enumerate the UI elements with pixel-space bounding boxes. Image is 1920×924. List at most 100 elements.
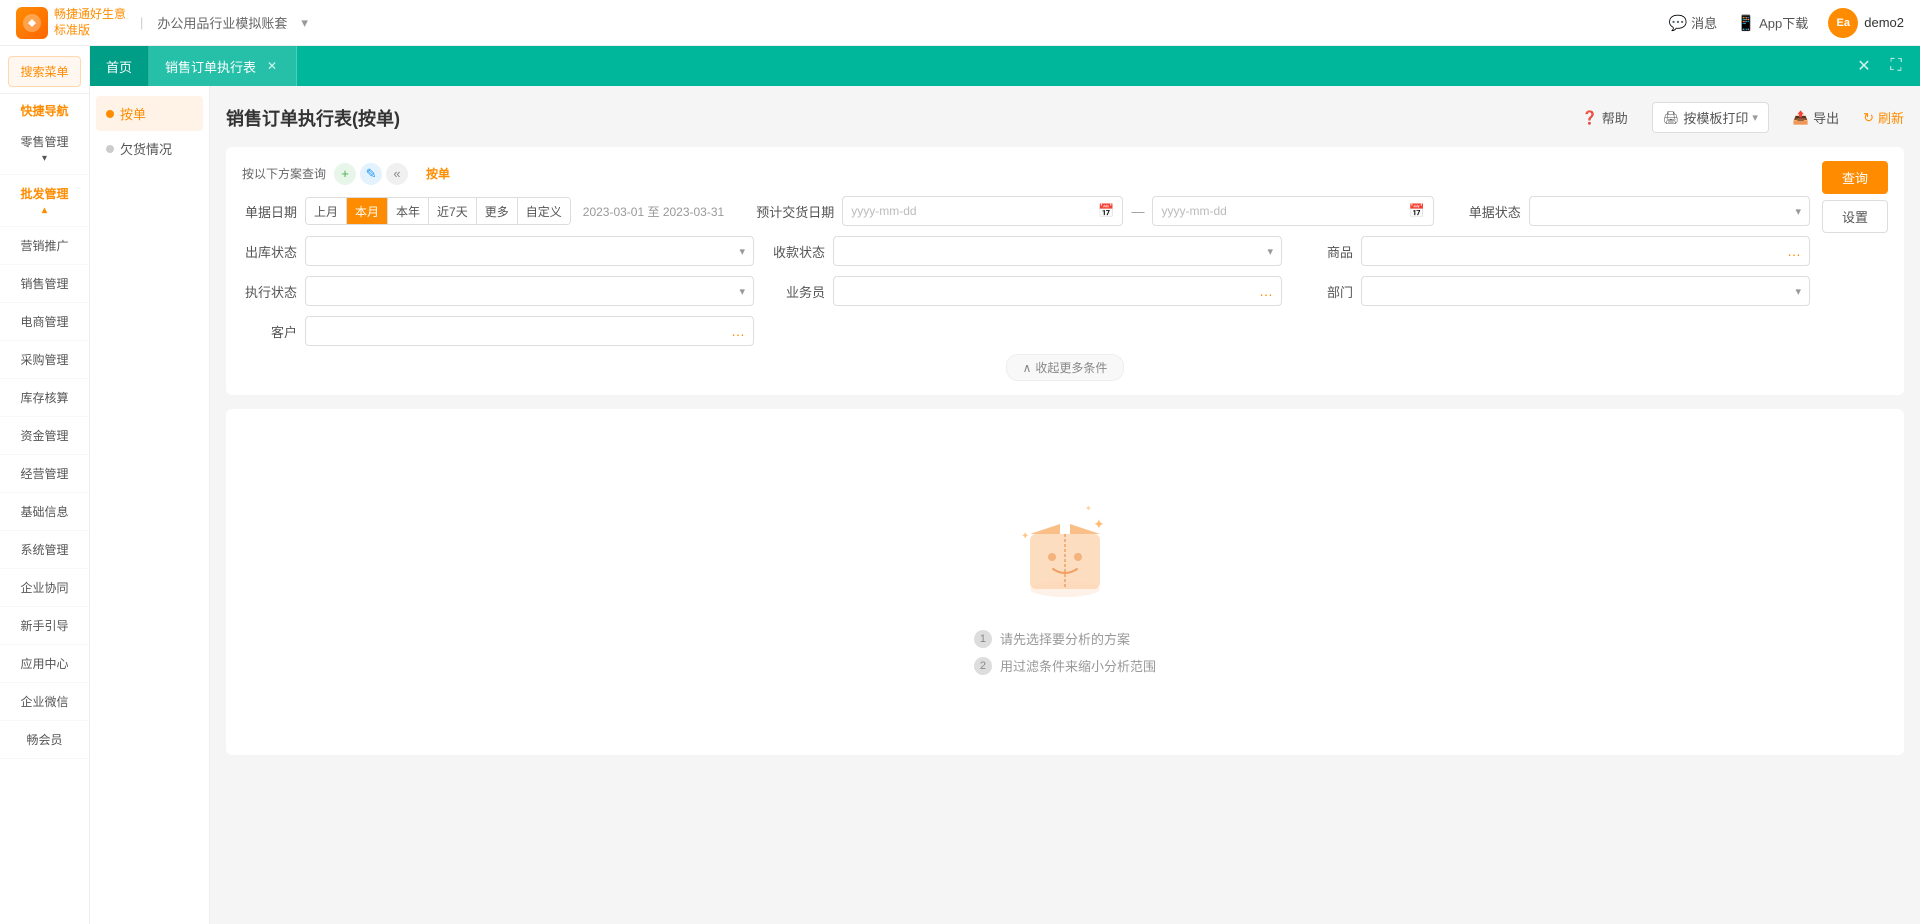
tab-maximize-icon[interactable]: ⛶ <box>1884 54 1908 78</box>
goods-more-icon[interactable]: … <box>1787 243 1801 259</box>
page-title: 销售订单执行表(按单) <box>226 105 400 131</box>
scheme-collapse-button[interactable]: « <box>386 163 408 185</box>
out-status-dropdown[interactable]: ▾ <box>305 236 754 266</box>
avatar: Ea <box>1828 8 1858 38</box>
sidebar-item-system[interactable]: 系统管理 <box>0 531 89 569</box>
date-separator: — <box>1131 204 1144 219</box>
sidebar-item-ecommerce-label: 电商管理 <box>6 313 83 330</box>
sidebar-item-appcenter-label: 应用中心 <box>6 655 83 672</box>
expected-date-end[interactable]: yyyy-mm-dd 📅 <box>1152 196 1433 226</box>
quick-date-7days[interactable]: 近7天 <box>429 198 477 224</box>
filter-card: 按以下方案查询 + ✎ « 按单 <box>226 147 1904 395</box>
status-dropdown[interactable]: ▾ <box>1529 196 1810 226</box>
quick-date-last-month[interactable]: 上月 <box>306 198 347 224</box>
sidebar-item-operation[interactable]: 经营管理 <box>0 455 89 493</box>
empty-state: ✦ ✦ ✦ 1 请先选择要分析的方案 2 用过滤条件来缩小分析范围 <box>226 409 1904 755</box>
quick-date-this-month[interactable]: 本月 <box>347 198 388 224</box>
sidebar-item-sales[interactable]: 销售管理 <box>0 265 89 303</box>
exec-status-label: 执行状态 <box>242 282 297 301</box>
svg-text:✦: ✦ <box>1021 531 1029 542</box>
sidebar-item-wholesale[interactable]: 批发管理 ▴ <box>0 175 89 227</box>
exec-status-dropdown[interactable]: ▾ <box>305 276 754 306</box>
breadcrumb-dropdown-icon[interactable]: ▾ <box>301 15 308 31</box>
field-goods: 商品 … <box>1298 236 1810 266</box>
date-range-text: 2023-03-01 至 2023-03-31 <box>583 203 724 220</box>
message-action[interactable]: 💬 消息 <box>1669 13 1717 32</box>
department-dropdown[interactable]: ▾ <box>1361 276 1810 306</box>
sidebar-item-enterprise[interactable]: 企业协同 <box>0 569 89 607</box>
message-icon: 💬 <box>1669 14 1687 32</box>
expected-date-start[interactable]: yyyy-mm-dd 📅 <box>842 196 1123 226</box>
breadcrumb-item: 办公用品行业模拟账套 <box>157 13 287 32</box>
help-label: 帮助 <box>1602 108 1628 127</box>
sidebar-item-member[interactable]: 畅会员 <box>0 721 89 759</box>
scheme-label: 按以下方案查询 <box>242 165 326 182</box>
sidebar-item-newbie[interactable]: 新手引导 <box>0 607 89 645</box>
goods-input[interactable]: … <box>1361 236 1810 266</box>
left-panel-item-order[interactable]: 按单 <box>96 96 203 131</box>
sidebar-search-area: 搜索菜单 <box>0 46 89 94</box>
left-panel-item-owe-goods[interactable]: 欠货情况 <box>96 131 203 166</box>
sidebar-chevron-wholesale: ▴ <box>42 205 47 216</box>
filter-date-row: 单据日期 上月 本月 本年 近7天 更多 自定义 <box>242 196 1810 226</box>
refresh-button[interactable]: ↻ 刷新 <box>1863 108 1904 127</box>
sidebar-item-marketing[interactable]: 营销推广 <box>0 227 89 265</box>
refresh-label: 刷新 <box>1878 108 1904 127</box>
sidebar-item-appcenter[interactable]: 应用中心 <box>0 645 89 683</box>
empty-tips: 1 请先选择要分析的方案 2 用过滤条件来缩小分析范围 <box>974 629 1156 675</box>
status-dropdown-arrow: ▾ <box>1795 205 1801 218</box>
filter-row-1: 出库状态 ▾ 收款状态 <box>242 236 1810 266</box>
salesman-input[interactable]: … <box>833 276 1282 306</box>
setting-button[interactable]: 设置 <box>1822 200 1888 233</box>
export-button[interactable]: 📤 导出 <box>1785 104 1847 131</box>
sidebar-item-finance[interactable]: 资金管理 <box>0 417 89 455</box>
order-dot <box>106 110 114 118</box>
collect-status-dropdown[interactable]: ▾ <box>833 236 1282 266</box>
sidebar-item-wechat[interactable]: 企业微信 <box>0 683 89 721</box>
customer-input[interactable]: … <box>305 316 754 346</box>
salesman-label: 业务员 <box>770 282 825 301</box>
sidebar-item-inventory[interactable]: 库存核算 <box>0 379 89 417</box>
field-out-status: 出库状态 ▾ <box>242 236 754 266</box>
header-right: 💬 消息 📱 App下载 Ea demo2 <box>1669 8 1904 38</box>
tab-close-window-icon[interactable]: ✕ <box>1852 54 1876 78</box>
empty-tip-2-text: 用过滤条件来缩小分析范围 <box>1000 656 1156 675</box>
sidebar-item-finance-label: 资金管理 <box>6 427 83 444</box>
scheme-tabs: 按单 <box>416 161 460 186</box>
field-exec-status: 执行状态 ▾ <box>242 276 754 306</box>
field-department: 部门 ▾ <box>1298 276 1810 306</box>
sidebar-quick-nav[interactable]: 快捷导航 <box>0 94 89 123</box>
quick-date-custom[interactable]: 自定义 <box>518 198 570 224</box>
filter-scheme-row: 按以下方案查询 + ✎ « 按单 <box>242 161 1810 186</box>
scheme-add-button[interactable]: + <box>334 163 356 185</box>
logo-area: 畅捷通好生意 标准版 <box>16 7 126 39</box>
sidebar-item-operation-label: 经营管理 <box>6 465 83 482</box>
collect-status-arrow: ▾ <box>1267 245 1273 258</box>
app-download-action[interactable]: 📱 App下载 <box>1737 13 1808 32</box>
help-button[interactable]: ❓ 帮助 <box>1574 104 1636 131</box>
user-area[interactable]: Ea demo2 <box>1828 8 1904 38</box>
sidebar-item-ecommerce[interactable]: 电商管理 <box>0 303 89 341</box>
quick-date-this-year[interactable]: 本年 <box>388 198 429 224</box>
quick-date-more[interactable]: 更多 <box>477 198 518 224</box>
scheme-edit-button[interactable]: ✎ <box>360 163 382 185</box>
tab-close-icon[interactable]: ✕ <box>264 58 280 74</box>
tab-home[interactable]: 首页 <box>90 46 149 86</box>
salesman-more-icon[interactable]: … <box>1259 283 1273 299</box>
status-label: 单据状态 <box>1466 202 1521 221</box>
scheme-icons: + ✎ « <box>334 163 408 185</box>
collapse-button[interactable]: ∧ 收起更多条件 <box>1006 354 1125 381</box>
sidebar-item-basic[interactable]: 基础信息 <box>0 493 89 531</box>
collect-status-label: 收款状态 <box>770 242 825 261</box>
sidebar-item-basic-label: 基础信息 <box>6 503 83 520</box>
query-button[interactable]: 查询 <box>1822 161 1888 194</box>
print-button[interactable]: 🖨 按模板打印 ▾ <box>1652 102 1769 133</box>
sidebar-item-purchase[interactable]: 采购管理 <box>0 341 89 379</box>
customer-more-icon[interactable]: … <box>731 323 745 339</box>
sidebar-item-retail[interactable]: 零售管理 ▾ <box>0 123 89 175</box>
tab-sales-order[interactable]: 销售订单执行表 ✕ <box>149 46 297 86</box>
search-menu-button[interactable]: 搜索菜单 <box>8 56 81 87</box>
page-header: 销售订单执行表(按单) ❓ 帮助 🖨 按模板打印 ▾ 📤 <box>226 102 1904 133</box>
sidebar-item-member-label: 畅会员 <box>6 731 83 748</box>
scheme-tab-按单[interactable]: 按单 <box>416 161 460 186</box>
